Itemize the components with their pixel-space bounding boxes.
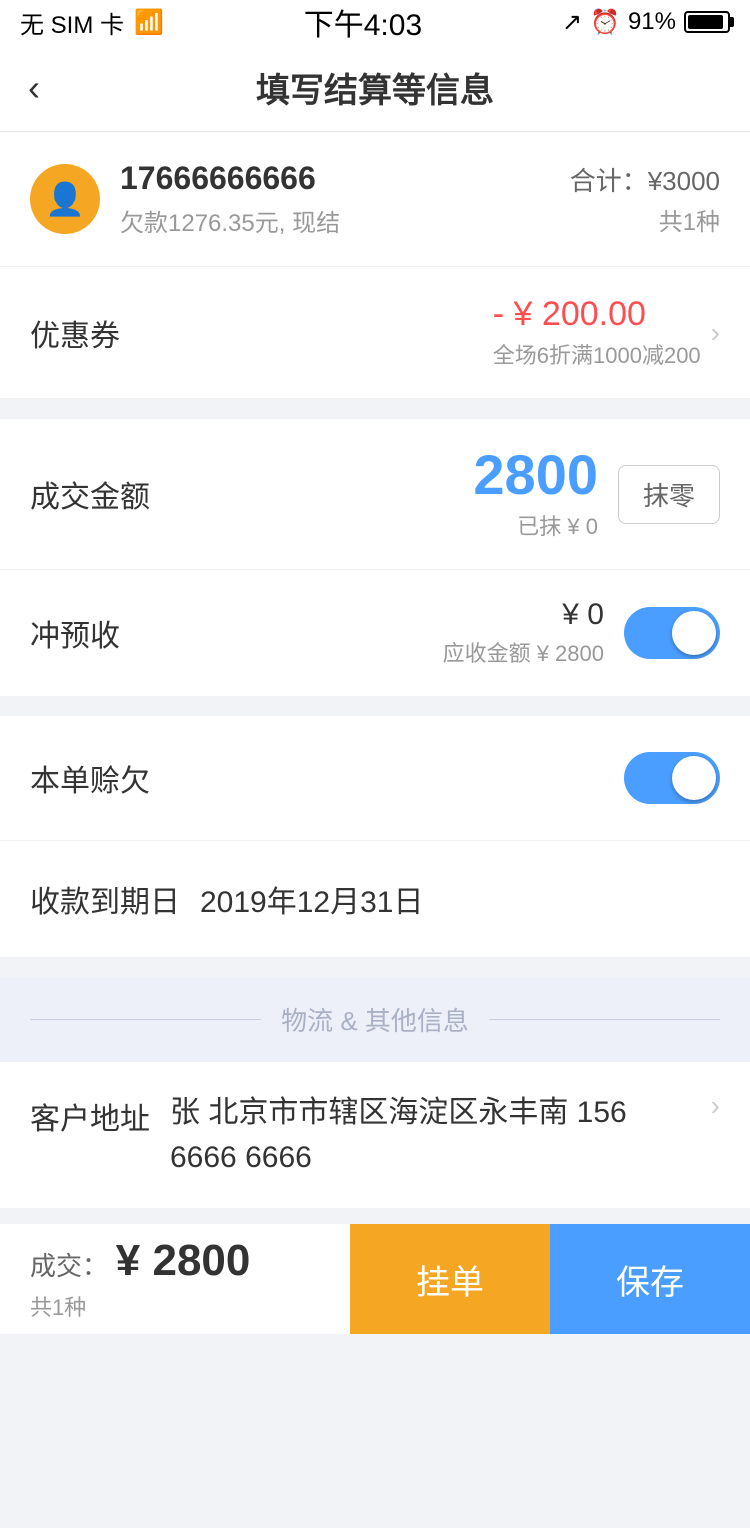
advance-amount: ¥ 0 应收金额 ¥ 2800	[443, 598, 604, 668]
status-right: ↗ ⏰ 91%	[562, 8, 730, 37]
total-label: 合计：¥3000	[570, 161, 720, 198]
address-row[interactable]: 客户地址 张 北京市市辖区海淀区永丰南 156 6666 6666 ›	[0, 1062, 750, 1208]
coupon-right: - ¥ 200.00 全场6折满1000减200 ›	[493, 295, 720, 370]
sim-label: 无 SIM 卡	[20, 5, 124, 40]
bottom-info: 成交： ¥ 2800 共1种	[0, 1236, 350, 1322]
amount-row: 成交金额 2800 已抹 ¥ 0 抹零	[0, 419, 750, 570]
debt-row: 本单赊欠	[0, 716, 750, 841]
bottom-total-label: 成交：	[30, 1251, 108, 1281]
pending-button[interactable]: 挂单	[350, 1224, 550, 1334]
logistics-text: 物流 & 其他信息	[281, 1001, 469, 1038]
save-button[interactable]: 保存	[550, 1224, 750, 1334]
bottom-bar: 成交： ¥ 2800 共1种 挂单 保存	[0, 1224, 750, 1334]
advance-right: ¥ 0 应收金额 ¥ 2800	[443, 598, 720, 668]
battery-percent: 91%	[628, 8, 676, 36]
user-total: 合计：¥3000 共1种	[570, 161, 720, 237]
status-time: 下午4:03	[304, 0, 422, 44]
user-left: 👤 17666666666 欠款1276.35元, 现结	[30, 160, 340, 238]
debt-label: 本单赊欠	[30, 756, 150, 800]
coupon-label: 优惠券	[30, 311, 120, 355]
debt-toggle[interactable]	[624, 752, 720, 804]
nav-bar: ‹ 填写结算等信息	[0, 44, 750, 132]
due-date-value: 2019年12月31日	[200, 877, 423, 921]
status-bar: 无 SIM 卡 📶 下午4:03 ↗ ⏰ 91%	[0, 0, 750, 44]
due-date-label: 收款到期日	[30, 877, 180, 921]
advance-row: 冲预收 ¥ 0 应收金额 ¥ 2800	[0, 570, 750, 696]
coupon-desc: 全场6折满1000减200	[493, 338, 701, 370]
avatar: 👤	[30, 164, 100, 234]
coupon-discount: - ¥ 200.00	[493, 295, 701, 334]
advance-sub: 应收金额 ¥ 2800	[443, 636, 604, 668]
amount-label: 成交金额	[30, 472, 150, 516]
location-icon: ↗	[562, 8, 582, 37]
user-info-card: 👤 17666666666 欠款1276.35元, 现结 合计：¥3000 共1…	[0, 132, 750, 399]
amount-sub: 已抹 ¥ 0	[473, 509, 598, 541]
status-left: 无 SIM 卡 📶	[20, 5, 164, 40]
address-value: 张 北京市市辖区海淀区永丰南 156 6666 6666	[170, 1090, 691, 1180]
advance-label: 冲预收	[30, 611, 120, 655]
logistics-line-right	[489, 1019, 720, 1020]
user-phone: 17666666666	[120, 160, 340, 197]
amount-value: 2800	[473, 447, 598, 503]
back-button[interactable]: ‹	[28, 67, 40, 109]
address-chevron-icon: ›	[711, 1090, 720, 1122]
bottom-total-amount: ¥ 2800	[116, 1236, 251, 1285]
advance-toggle[interactable]	[624, 607, 720, 659]
bottom-total-row: 成交： ¥ 2800	[30, 1236, 320, 1286]
logistics-line-left	[30, 1019, 261, 1020]
amount-info: 2800 已抹 ¥ 0	[473, 447, 598, 541]
separator-3	[0, 957, 750, 977]
user-sub-text: 欠款1276.35元, 现结	[120, 203, 340, 238]
coupon-row[interactable]: 优惠券 - ¥ 200.00 全场6折满1000减200 ›	[0, 267, 750, 399]
due-date-row: 收款到期日 2019年12月31日	[0, 841, 750, 957]
round-button[interactable]: 抹零	[618, 465, 720, 524]
advance-value: ¥ 0	[443, 598, 604, 632]
amount-card: 成交金额 2800 已抹 ¥ 0 抹零 冲预收 ¥ 0 应收金额 ¥ 2800	[0, 419, 750, 696]
address-label: 客户地址	[30, 1090, 150, 1138]
alarm-icon: ⏰	[590, 8, 620, 37]
separator-2	[0, 696, 750, 716]
coupon-info: - ¥ 200.00 全场6折满1000减200	[493, 295, 701, 370]
debt-card: 本单赊欠 收款到期日 2019年12月31日	[0, 716, 750, 957]
address-card: 客户地址 张 北京市市辖区海淀区永丰南 156 6666 6666 ›	[0, 1062, 750, 1208]
bottom-count: 共1种	[30, 1290, 320, 1322]
total-count: 共1种	[570, 202, 720, 237]
user-details: 17666666666 欠款1276.35元, 现结	[120, 160, 340, 238]
amount-right: 2800 已抹 ¥ 0 抹零	[473, 447, 720, 541]
chevron-right-icon: ›	[711, 317, 720, 349]
separator-1	[0, 399, 750, 419]
wifi-icon: 📶	[134, 8, 164, 37]
page-title: 填写结算等信息	[256, 63, 494, 112]
battery-icon	[684, 11, 730, 33]
logistics-section: 物流 & 其他信息	[0, 977, 750, 1062]
user-info-row: 👤 17666666666 欠款1276.35元, 现结 合计：¥3000 共1…	[0, 132, 750, 267]
